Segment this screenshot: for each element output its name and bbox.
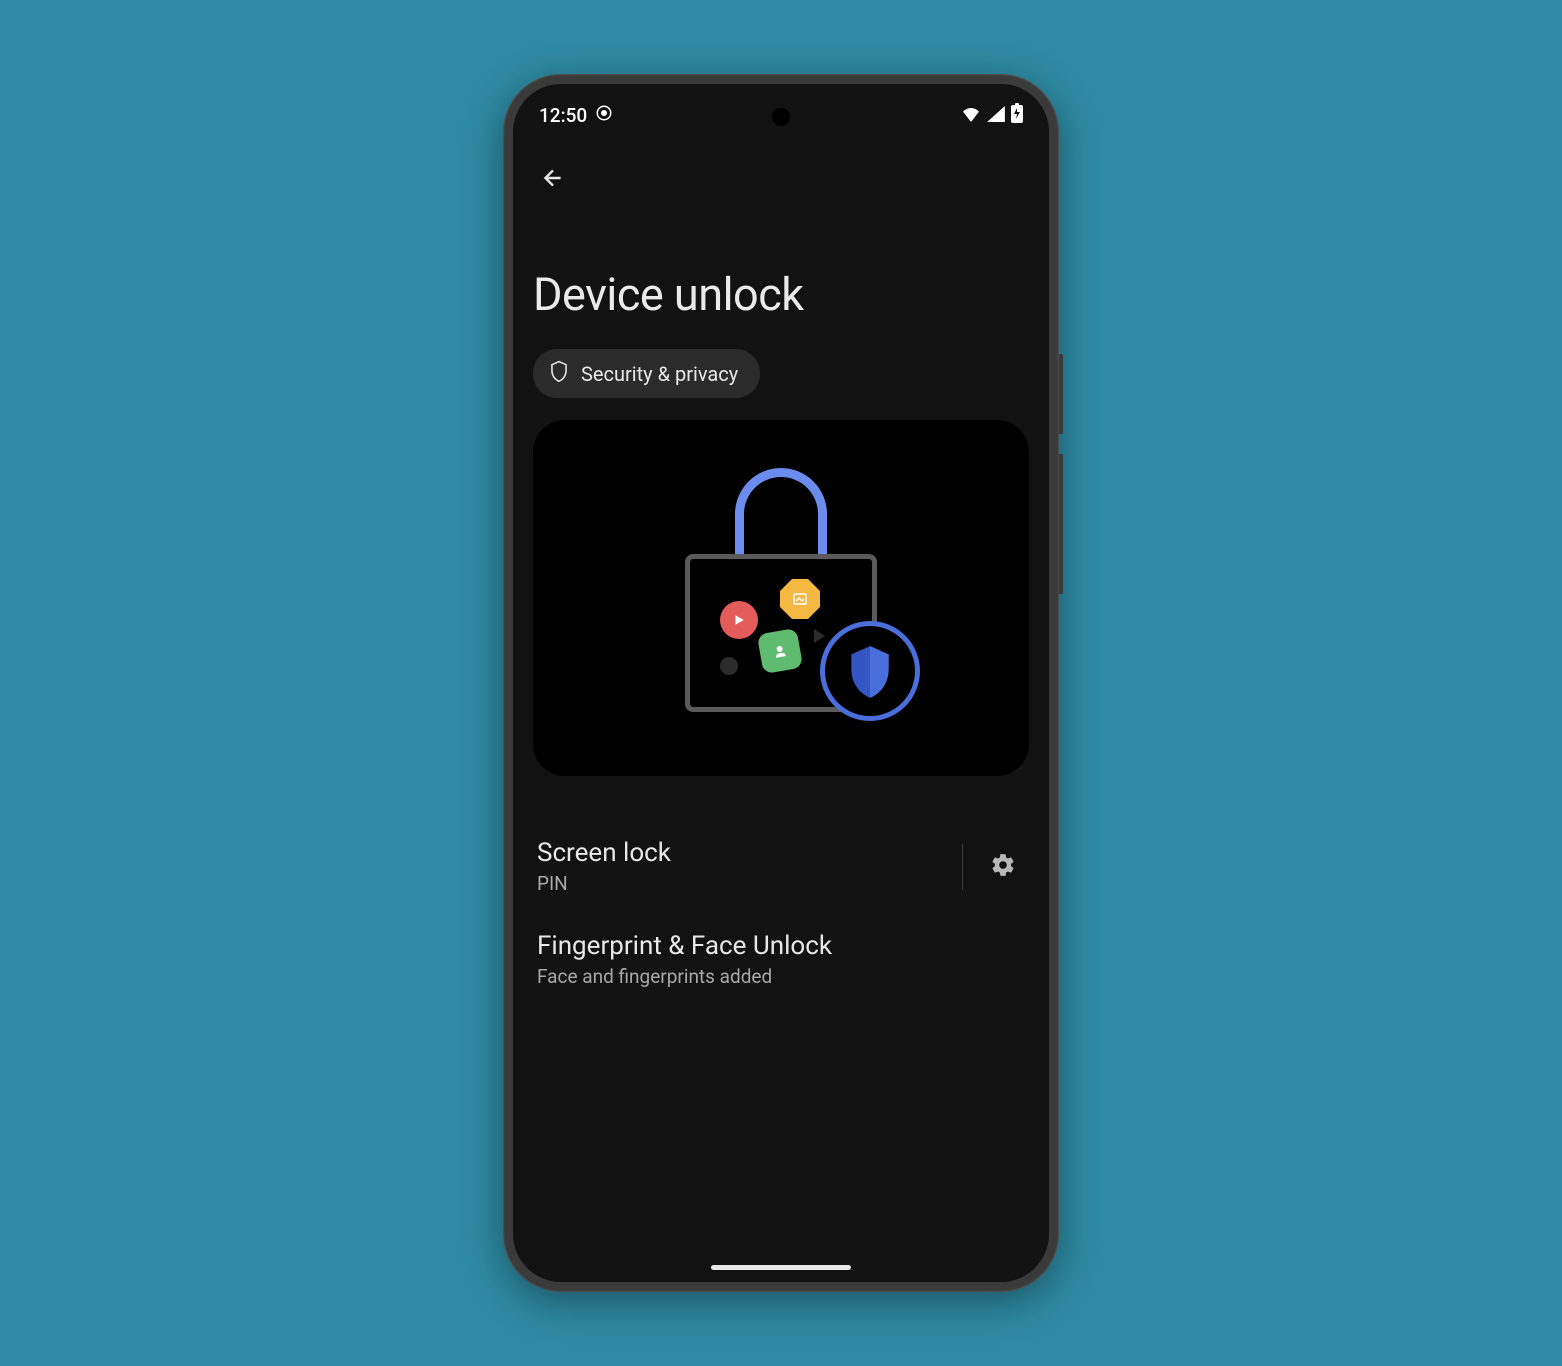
navigation-handle[interactable] — [711, 1265, 851, 1270]
content: Device unlock Security & privacy — [513, 268, 1049, 1006]
camera-notch — [772, 108, 790, 126]
shield-badge-icon — [820, 621, 920, 721]
screen: 12:50 — [513, 84, 1049, 1282]
page-title: Device unlock — [533, 268, 1029, 321]
person-icon — [757, 628, 803, 674]
illustration-card — [533, 420, 1029, 776]
chip-label: Security & privacy — [581, 362, 738, 386]
signal-icon — [987, 104, 1005, 127]
biometric-title: Fingerprint & Face Unlock — [537, 931, 1025, 961]
list-item-text: Fingerprint & Face Unlock Face and finge… — [537, 931, 1025, 988]
screen-lock-title: Screen lock — [537, 838, 950, 868]
fingerprint-face-item[interactable]: Fingerprint & Face Unlock Face and finge… — [533, 913, 1029, 1006]
lock-shackle-icon — [735, 468, 827, 560]
lock-illustration — [681, 468, 881, 728]
app-bar — [513, 128, 1049, 212]
list-item-text: Screen lock PIN — [537, 838, 950, 895]
dot-icon — [720, 657, 738, 675]
notification-icon — [595, 104, 613, 127]
divider — [962, 844, 963, 890]
image-icon — [780, 579, 820, 619]
status-left: 12:50 — [539, 104, 613, 127]
status-time: 12:50 — [539, 104, 587, 127]
screen-lock-item[interactable]: Screen lock PIN — [533, 820, 1029, 913]
battery-icon — [1011, 103, 1023, 128]
screen-lock-settings-button[interactable] — [981, 845, 1025, 889]
biometric-subtitle: Face and fingerprints added — [537, 965, 1025, 988]
screen-lock-subtitle: PIN — [537, 872, 950, 895]
play-icon — [720, 601, 758, 639]
lock-body-icon — [685, 554, 877, 712]
triangle-icon — [814, 629, 825, 643]
gear-icon — [990, 852, 1016, 882]
status-right — [961, 103, 1023, 128]
arrow-back-icon — [540, 165, 566, 195]
settings-list: Screen lock PIN Fingerprint & Face Unloc… — [533, 820, 1029, 1006]
security-privacy-chip[interactable]: Security & privacy — [533, 349, 760, 398]
shield-icon — [549, 360, 569, 387]
phone-frame: 12:50 — [503, 74, 1059, 1292]
wifi-icon — [961, 104, 981, 127]
back-button[interactable] — [531, 158, 575, 202]
